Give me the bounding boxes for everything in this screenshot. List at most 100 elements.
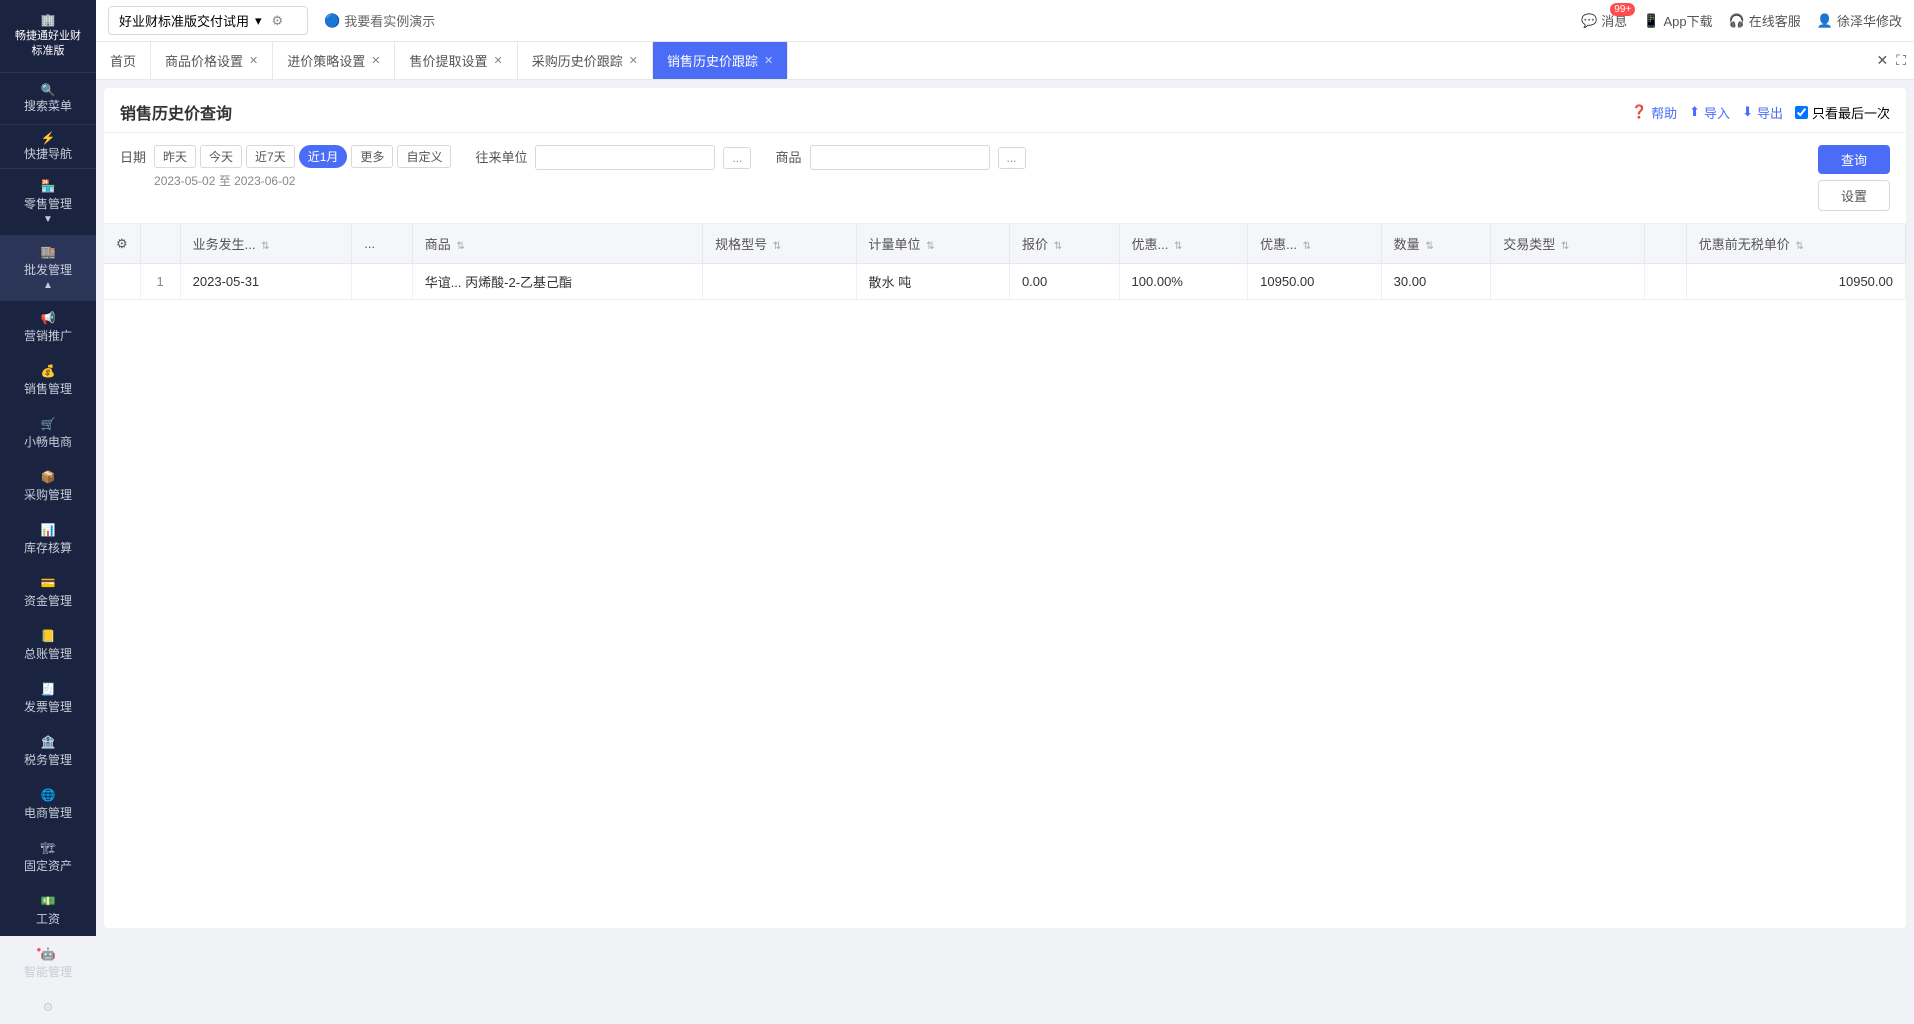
sidebar-item-finance[interactable]: 💳 资金管理 bbox=[0, 566, 96, 619]
th-product[interactable]: 商品 ⇅ bbox=[412, 224, 702, 264]
close-icon[interactable]: ✕ bbox=[249, 54, 258, 67]
import-link[interactable]: ⬆ 导入 bbox=[1689, 103, 1730, 122]
sort-icon: ⇅ bbox=[1795, 241, 1803, 252]
chevron-down-icon: ▼ bbox=[43, 214, 53, 225]
sort-icon: ⇅ bbox=[1174, 241, 1182, 252]
sidebar-item-invoice[interactable]: 🧾 发票管理 bbox=[0, 672, 96, 725]
td-seq: 1 bbox=[140, 264, 180, 300]
export-label: 导出 bbox=[1757, 103, 1783, 122]
sidebar-item-salary-label: 工资 bbox=[36, 910, 60, 927]
sidebar-item-marketing[interactable]: 📢 营销推广 bbox=[0, 301, 96, 354]
td-more bbox=[352, 264, 412, 300]
sidebar-item-wholesale[interactable]: 🏬 批发管理 ▲ bbox=[0, 235, 96, 301]
help-link[interactable]: ❓ 帮助 bbox=[1631, 103, 1677, 122]
th-spacer bbox=[1644, 224, 1686, 264]
tab-purchase-strategy-label: 进价策略设置 bbox=[287, 51, 365, 70]
th-more[interactable]: ... bbox=[352, 224, 412, 264]
tab-purchase-strategy[interactable]: 进价策略设置 ✕ bbox=[273, 42, 395, 80]
date-range-display: 2023-05-02 至 2023-06-02 bbox=[154, 172, 451, 189]
th-transaction-type[interactable]: 交易类型 ⇅ bbox=[1491, 224, 1644, 264]
sidebar-item-purchase[interactable]: 📦 采购管理 bbox=[0, 460, 96, 513]
date-btn-yesterday[interactable]: 昨天 bbox=[154, 145, 196, 168]
tab-home[interactable]: 首页 bbox=[96, 42, 151, 80]
th-gear[interactable]: ⚙ bbox=[104, 224, 140, 264]
product-input[interactable] bbox=[810, 145, 990, 170]
sort-icon: ⇅ bbox=[1054, 241, 1062, 252]
sidebar-item-general-ledger[interactable]: 📒 总账管理 bbox=[0, 619, 96, 672]
sidebar-item-salary[interactable]: 💵 工资 bbox=[0, 884, 96, 937]
sales-icon: 💰 bbox=[41, 364, 56, 378]
tab-product-price[interactable]: 商品价格设置 ✕ bbox=[151, 42, 273, 80]
close-icon[interactable]: ✕ bbox=[629, 54, 638, 67]
sidebar-item-retail[interactable]: 🏪 零售管理 ▼ bbox=[0, 169, 96, 235]
salary-icon: 💵 bbox=[41, 894, 56, 908]
sidebar-item-sales[interactable]: 💰 销售管理 bbox=[0, 354, 96, 407]
from-unit-ellipsis-btn[interactable]: ... bbox=[723, 147, 751, 169]
th-quantity[interactable]: 数量 ⇅ bbox=[1381, 224, 1491, 264]
date-btn-more[interactable]: 更多 bbox=[351, 145, 393, 168]
th-discount-pct[interactable]: 优惠... ⇅ bbox=[1119, 224, 1248, 264]
sidebar-item-ecommerce-small[interactable]: 🛒 小畅电商 bbox=[0, 407, 96, 460]
date-btn-today[interactable]: 今天 bbox=[200, 145, 242, 168]
sort-icon: ⇅ bbox=[456, 241, 464, 252]
close-icon[interactable]: ✕ bbox=[494, 54, 503, 67]
th-unit[interactable]: 计量单位 ⇅ bbox=[856, 224, 1009, 264]
sidebar-item-wholesale-label: 批发管理 bbox=[24, 261, 72, 278]
close-window-btn[interactable]: ✕ bbox=[1876, 52, 1888, 69]
close-icon[interactable]: ✕ bbox=[371, 54, 380, 67]
date-btn-custom[interactable]: 自定义 bbox=[397, 145, 451, 168]
th-seq bbox=[140, 224, 180, 264]
online-service-btn[interactable]: 🎧 在线客服 bbox=[1729, 11, 1801, 30]
sidebar-item-ecommerce-small-label: 小畅电商 bbox=[24, 433, 72, 450]
maximize-btn[interactable]: ⛶ bbox=[1896, 52, 1906, 69]
sidebar-item-general-ledger-label: 总账管理 bbox=[24, 645, 72, 662]
sidebar-item-inventory[interactable]: 📊 库存核算 bbox=[0, 513, 96, 566]
th-biz-date-label: 业务发生... bbox=[193, 237, 256, 252]
sidebar-item-tax-label: 税务管理 bbox=[24, 751, 72, 768]
td-spec bbox=[703, 264, 856, 300]
module-selector[interactable]: 好业财标准版交付试用 ▾ ⚙ bbox=[108, 6, 308, 35]
demo-link[interactable]: 🔵 我要看实例演示 bbox=[324, 11, 435, 30]
sidebar-item-smart[interactable]: 🤖● 智能管理 bbox=[0, 937, 96, 990]
export-link[interactable]: ⬇ 导出 bbox=[1742, 103, 1783, 122]
sidebar-item-tax[interactable]: 🏦 税务管理 bbox=[0, 725, 96, 778]
sidebar-settings[interactable]: ⚙ bbox=[0, 990, 96, 1024]
tab-sale-extract[interactable]: 售价提取设置 ✕ bbox=[395, 42, 517, 80]
tax-icon: 🏦 bbox=[41, 735, 56, 749]
th-discount-amt-label: 优惠... bbox=[1260, 237, 1297, 252]
td-quantity: 30.00 bbox=[1381, 264, 1491, 300]
sidebar-item-ecommerce[interactable]: 🌐 电商管理 bbox=[0, 778, 96, 831]
product-filter-group: 商品 ... bbox=[775, 145, 1025, 170]
td-pretax-price: 10950.00 bbox=[1686, 264, 1905, 300]
messages-btn[interactable]: 💬 消息 99+ bbox=[1581, 11, 1627, 30]
sidebar-item-assets-label: 固定资产 bbox=[24, 857, 72, 874]
only-last-checkbox[interactable] bbox=[1795, 106, 1808, 119]
sidebar-quick-nav[interactable]: ⚡ 快捷导航 bbox=[0, 125, 96, 169]
product-ellipsis-btn[interactable]: ... bbox=[998, 147, 1026, 169]
sidebar-item-smart-label: 智能管理 bbox=[24, 963, 72, 980]
purchase-icon: 📦 bbox=[41, 470, 56, 484]
settings-button[interactable]: 设置 bbox=[1818, 180, 1890, 211]
app-download-btn[interactable]: 📱 App下载 bbox=[1643, 11, 1712, 30]
settings-icon[interactable]: ⚙ bbox=[272, 13, 284, 29]
td-quoted-price: 0.00 bbox=[1009, 264, 1119, 300]
date-btn-7days[interactable]: 近7天 bbox=[246, 145, 295, 168]
query-button[interactable]: 查询 bbox=[1818, 145, 1890, 174]
th-biz-date[interactable]: 业务发生... ⇅ bbox=[180, 224, 352, 264]
th-pretax-price[interactable]: 优惠前无税单价 ⇅ bbox=[1686, 224, 1905, 264]
from-unit-label: 往来单位 bbox=[475, 145, 527, 166]
user-menu[interactable]: 👤 徐泽华修改 bbox=[1817, 11, 1902, 30]
tab-purchase-history[interactable]: 采购历史价跟踪 ✕ bbox=[518, 42, 653, 80]
tab-controls: ✕ ⛶ bbox=[1868, 52, 1914, 69]
marketing-icon: 📢 bbox=[41, 311, 56, 325]
th-spec[interactable]: 规格型号 ⇅ bbox=[703, 224, 856, 264]
only-last-checkbox-label[interactable]: 只看最后一次 bbox=[1795, 103, 1890, 122]
th-quoted-price[interactable]: 报价 ⇅ bbox=[1009, 224, 1119, 264]
sidebar-item-assets[interactable]: 🏗 固定资产 bbox=[0, 831, 96, 884]
close-icon[interactable]: ✕ bbox=[764, 54, 773, 67]
tab-sales-history[interactable]: 销售历史价跟踪 ✕ bbox=[653, 42, 788, 80]
sidebar-search[interactable]: 🔍 搜索菜单 bbox=[0, 73, 96, 125]
date-btn-1month[interactable]: 近1月 bbox=[299, 145, 348, 168]
from-unit-input[interactable] bbox=[535, 145, 715, 170]
th-discount-amt[interactable]: 优惠... ⇅ bbox=[1248, 224, 1382, 264]
